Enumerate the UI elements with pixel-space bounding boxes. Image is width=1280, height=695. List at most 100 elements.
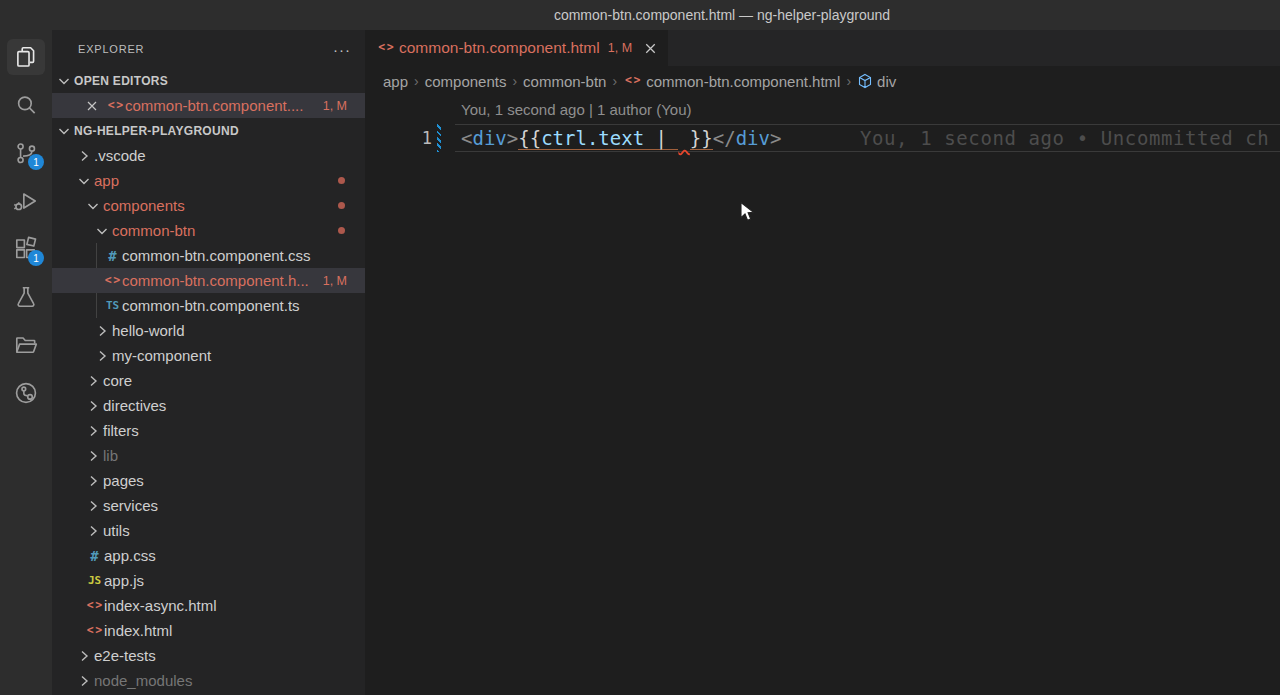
code-token: }}	[690, 127, 713, 150]
tree-item-label: hello-world	[112, 322, 185, 339]
activity-badge: 1	[28, 154, 44, 170]
chevron-right-icon	[85, 473, 101, 489]
code-token: div	[472, 127, 506, 149]
tree-item-hello-world[interactable]: hello-world	[52, 318, 365, 343]
section-label: OPEN EDITORS	[74, 74, 168, 88]
tree-item-common-btn[interactable]: common-btn	[52, 218, 365, 243]
activity-item-explorer[interactable]	[0, 33, 52, 81]
html-file-icon: <>	[378, 42, 394, 54]
tab-bar: <> common-btn.component.html 1, M	[365, 30, 1280, 66]
modified-line-gutter-indicator	[437, 124, 441, 152]
tree-item-core[interactable]: core	[52, 368, 365, 393]
code-token: div	[736, 127, 770, 149]
chevron-right-icon	[85, 448, 101, 464]
tree-item-label: pages	[103, 472, 144, 489]
activity-item-source-control[interactable]: 1	[0, 129, 52, 177]
tree-item--vscode[interactable]: .vscode	[52, 143, 365, 168]
chevron-right-icon	[85, 523, 101, 539]
tree-item-services[interactable]: services	[52, 493, 365, 518]
section-workspace[interactable]: NG-HELPER-PLAYGROUND	[52, 118, 365, 143]
tree-item-index-html[interactable]: <>index.html	[52, 618, 365, 643]
tree-item-app-css[interactable]: #app.css	[52, 543, 365, 568]
code-content[interactable]: <div>{{ctrl.text | }}</div>	[461, 124, 781, 152]
close-icon[interactable]	[84, 98, 100, 114]
tree-item-lib[interactable]: lib	[52, 443, 365, 468]
chevron-down-icon	[56, 123, 72, 139]
code-token: <	[461, 127, 472, 149]
tree-item-label: app.js	[104, 572, 144, 589]
breadcrumb-components[interactable]: components	[425, 73, 507, 90]
breadcrumb-label: app	[383, 73, 408, 90]
chevron-down-icon	[85, 198, 101, 214]
tree-item-label: .vscode	[94, 147, 146, 164]
chevron-right-icon	[76, 673, 92, 689]
line-number: 1	[365, 124, 432, 152]
code-line-1[interactable]: 1 <div>{{ctrl.text | }}</div> You, 1 sec…	[365, 124, 1280, 152]
tree-item-label: index.html	[104, 622, 172, 639]
activity-badge: 1	[28, 250, 44, 266]
circle-branch-icon	[13, 380, 39, 406]
tree-item-common-btn-component-ts[interactable]: TScommon-btn.component.ts	[52, 293, 365, 318]
tree-item-node-modules[interactable]: node_modules	[52, 668, 365, 693]
more-actions-icon[interactable]: ···	[333, 41, 351, 58]
activity-item-extensions[interactable]: 1	[0, 225, 52, 273]
html-file-icon: <>	[85, 600, 104, 612]
tree-item-directives[interactable]: directives	[52, 393, 365, 418]
problems-badge: 1, M	[323, 274, 347, 288]
tree-item-label: components	[103, 197, 185, 214]
breadcrumb-separator: ›	[610, 73, 619, 89]
tab-common-btn-component-html[interactable]: <> common-btn.component.html 1, M	[365, 30, 668, 66]
breadcrumb-app[interactable]: app	[383, 73, 408, 90]
sidebar-title: EXPLORER	[78, 43, 144, 55]
html-file-icon: <>	[85, 625, 104, 637]
code-token: ctrl.text	[541, 127, 644, 150]
tree-item-app[interactable]: app	[52, 168, 365, 193]
tree-item-e2e-tests[interactable]: e2e-tests	[52, 643, 365, 668]
modified-dot-badge	[338, 202, 345, 209]
tree-item-utils[interactable]: utils	[52, 518, 365, 543]
chevron-down-icon	[94, 223, 110, 239]
tree-item-app-js[interactable]: JSapp.js	[52, 568, 365, 593]
activity-item-run-debug[interactable]	[0, 177, 52, 225]
html-file-icon: <>	[623, 75, 642, 87]
tree-item-filters[interactable]: filters	[52, 418, 365, 443]
breadcrumb-separator: ›	[510, 73, 519, 89]
tree-item-label: app	[94, 172, 119, 189]
title-bar: common-btn.component.html — ng-helper-pl…	[0, 0, 1280, 30]
beaker-icon	[13, 284, 39, 310]
breadcrumb-label: common-btn.component.html	[646, 73, 840, 90]
tree-item-common-btn-component-h-[interactable]: <>common-btn.component.h... 1, M	[52, 268, 365, 293]
tree-item-label: e2e-tests	[94, 647, 156, 664]
tree-item-label: services	[103, 497, 158, 514]
css-file-icon: #	[85, 549, 104, 563]
chevron-right-icon	[94, 348, 110, 364]
tree-item-common-btn-component-css[interactable]: #common-btn.component.css	[52, 243, 365, 268]
tree-item-label: common-btn.component.ts	[122, 297, 300, 314]
file-tree: .vscodeappcomponentscommon-btn#common-bt…	[52, 143, 365, 693]
tree-item-label: common-btn.component.h...	[122, 272, 309, 289]
inline-blame-text: You, 1 second ago • Uncommitted ch	[860, 124, 1269, 152]
tree-item-index-async-html[interactable]: <>index-async.html	[52, 593, 365, 618]
tree-item-pages[interactable]: pages	[52, 468, 365, 493]
activity-item-testing[interactable]	[0, 273, 52, 321]
activity-item-remote-graph[interactable]	[0, 369, 52, 417]
activity-item-search[interactable]	[0, 81, 52, 129]
codelens-blame[interactable]: You, 1 second ago | 1 author (You)	[365, 96, 1280, 124]
code-token: </	[713, 127, 736, 149]
code-token: {{	[518, 127, 541, 150]
chevron-right-icon	[94, 323, 110, 339]
close-icon[interactable]	[642, 40, 659, 57]
tree-item-label: utils	[103, 522, 130, 539]
breadcrumb-common-btn-component-html[interactable]: <> common-btn.component.html	[623, 73, 840, 90]
section-open-editors[interactable]: OPEN EDITORS	[52, 68, 365, 93]
symbol-element-icon	[857, 73, 873, 89]
js-file-icon: JS	[85, 575, 104, 586]
activity-item-folders[interactable]	[0, 321, 52, 369]
open-editor-item[interactable]: <> common-btn.component.... 1, M	[52, 93, 365, 118]
breadcrumb-div[interactable]: div	[857, 73, 896, 90]
html-file-icon: <>	[103, 275, 122, 287]
editor-group: <> common-btn.component.html 1, M app›co…	[365, 30, 1280, 695]
breadcrumb-common-btn[interactable]: common-btn	[523, 73, 606, 90]
tree-item-components[interactable]: components	[52, 193, 365, 218]
tree-item-my-component[interactable]: my-component	[52, 343, 365, 368]
